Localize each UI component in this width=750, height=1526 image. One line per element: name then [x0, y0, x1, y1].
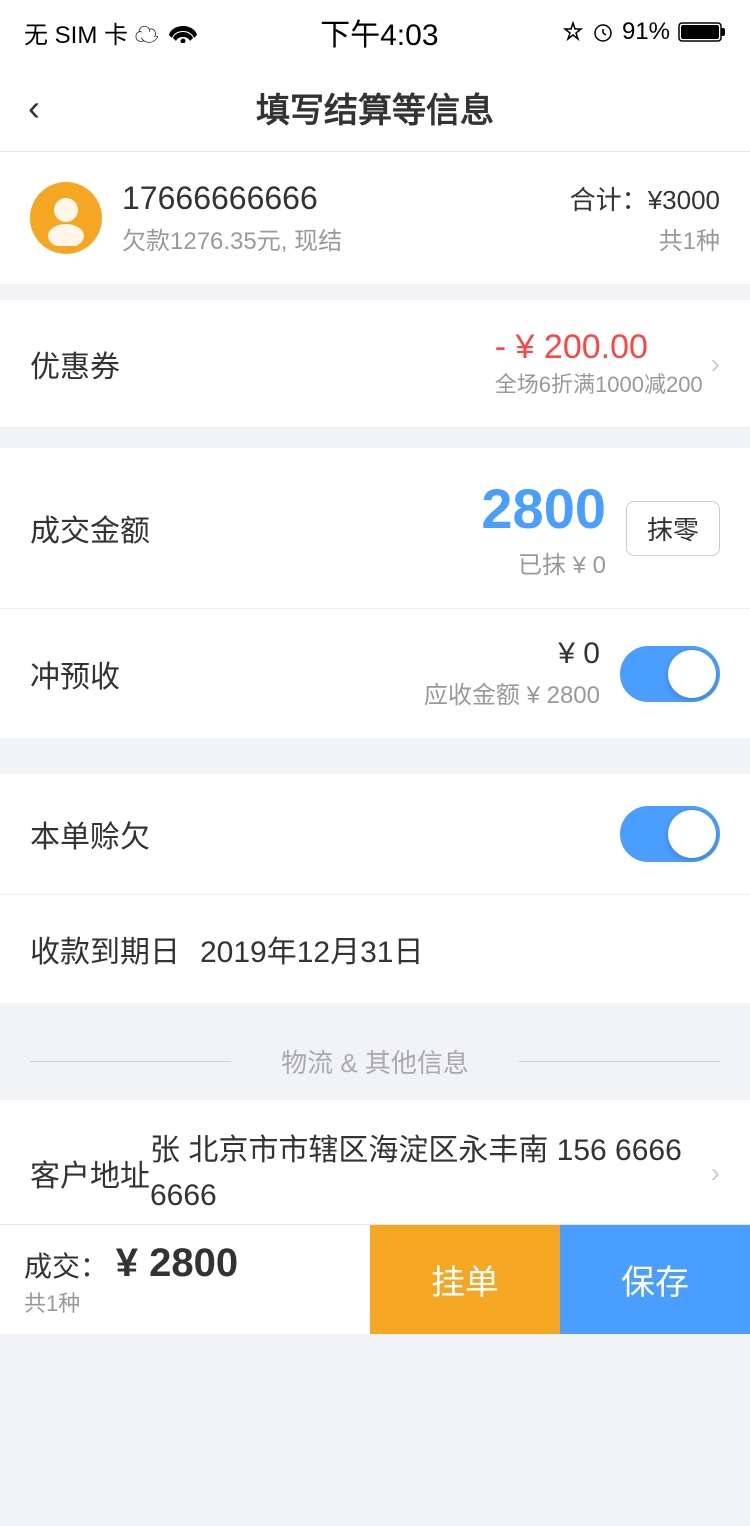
coupon-right: - ¥ 200.00 全场6折满1000减200 ›: [495, 328, 720, 399]
debt-label: 本单赊欠: [30, 812, 150, 856]
logistics-line-right: [519, 1061, 720, 1062]
sim-status: 无 SIM 卡 ☁: [24, 15, 159, 50]
customer-sub: 欠款1276.35元, 现结: [122, 221, 342, 256]
location-icon: [562, 21, 584, 43]
chevron-right-icon: ›: [711, 348, 720, 380]
address-chevron-icon: ›: [711, 1157, 720, 1189]
logistics-line-left: [30, 1061, 231, 1062]
wifi-icon: [169, 21, 197, 43]
bottom-count: 共1种: [24, 1286, 346, 1318]
battery-percent: 91%: [622, 18, 670, 46]
customer-info: 17666666666 欠款1276.35元, 现结: [122, 180, 342, 256]
debt-row: 本单赊欠: [0, 774, 750, 894]
status-left: 无 SIM 卡 ☁: [24, 15, 197, 50]
customer-phone: 17666666666: [122, 180, 342, 217]
prepay-toggle[interactable]: [620, 646, 720, 702]
amount-right: 2800 已抹 ¥ 0 抹零: [481, 476, 720, 580]
status-time: 下午4:03: [320, 10, 438, 54]
deal-section: 成交金额 2800 已抹 ¥ 0 抹零 冲预收 ¥ 0 应收金额 ¥ 2800: [0, 448, 750, 738]
customer-card: 17666666666 欠款1276.35元, 现结 合计：¥3000 共1种: [0, 152, 750, 284]
customer-left: 17666666666 欠款1276.35元, 现结: [30, 180, 342, 256]
page-title: 填写结算等信息: [256, 83, 494, 132]
coupon-row[interactable]: 优惠券 - ¥ 200.00 全场6折满1000减200 ›: [0, 300, 750, 428]
status-right: 91%: [562, 18, 726, 46]
nav-bar: ‹ 填写结算等信息: [0, 64, 750, 152]
back-button[interactable]: ‹: [28, 87, 40, 129]
prepay-row: 冲预收 ¥ 0 应收金额 ¥ 2800: [0, 609, 750, 738]
save-button[interactable]: 保存: [560, 1225, 750, 1334]
avatar-icon: [38, 190, 94, 246]
address-label: 客户地址: [30, 1151, 150, 1195]
due-date-row: 收款到期日 2019年12月31日: [0, 894, 750, 1003]
battery-icon: [678, 20, 726, 44]
due-date-label: 收款到期日: [30, 927, 180, 971]
bottom-summary: 成交： ¥ 2800 共1种: [0, 1225, 370, 1334]
prepay-sub: 应收金额 ¥ 2800: [424, 675, 600, 710]
alarm-icon: [592, 21, 614, 43]
deal-amount-value: 2800: [481, 476, 606, 541]
bottom-bar: 成交： ¥ 2800 共1种 挂单 保存: [0, 1224, 750, 1334]
total-amount: ¥3000: [648, 185, 720, 215]
bottom-amount: ¥ 2800: [116, 1241, 238, 1285]
hang-button[interactable]: 挂单: [370, 1225, 560, 1334]
prepay-label: 冲预收: [30, 652, 120, 696]
logistics-title: 物流 & 其他信息: [281, 1043, 469, 1080]
prepay-right: ¥ 0 应收金额 ¥ 2800: [424, 637, 720, 710]
coupon-desc: 全场6折满1000减200: [495, 367, 703, 399]
section-divider-3: [0, 1003, 750, 1023]
section-divider-2: [0, 754, 750, 774]
debt-toggle[interactable]: [620, 806, 720, 862]
deal-amount-row: 成交金额 2800 已抹 ¥ 0 抹零: [0, 448, 750, 609]
round-zero-button[interactable]: 抹零: [626, 501, 720, 556]
total-count: 共1种: [570, 221, 720, 256]
already-rounded: 已抹 ¥ 0: [481, 545, 606, 580]
address-value: 张 北京市市辖区海淀区永丰南 156 6666 6666: [150, 1128, 711, 1218]
prepay-value: ¥ 0: [424, 637, 600, 671]
amount-col: 2800 已抹 ¥ 0: [481, 476, 606, 580]
bottom-deal-label: 成交： ¥ 2800: [24, 1241, 346, 1286]
logistics-header: 物流 & 其他信息: [0, 1023, 750, 1100]
status-bar: 无 SIM 卡 ☁ 下午4:03 91%: [0, 0, 750, 64]
total-label: 合计：¥3000: [570, 180, 720, 217]
section-divider-1: [0, 428, 750, 448]
toggle-knob: [668, 650, 716, 698]
prepay-amount-col: ¥ 0 应收金额 ¥ 2800: [424, 637, 600, 710]
coupon-discount: - ¥ 200.00: [495, 328, 703, 367]
deal-label: 成交金额: [30, 506, 150, 550]
customer-right: 合计：¥3000 共1种: [570, 180, 720, 256]
coupon-label: 优惠券: [30, 342, 120, 386]
due-date-value: 2019年12月31日: [200, 927, 423, 971]
avatar: [30, 182, 102, 254]
debt-toggle-knob: [668, 810, 716, 858]
